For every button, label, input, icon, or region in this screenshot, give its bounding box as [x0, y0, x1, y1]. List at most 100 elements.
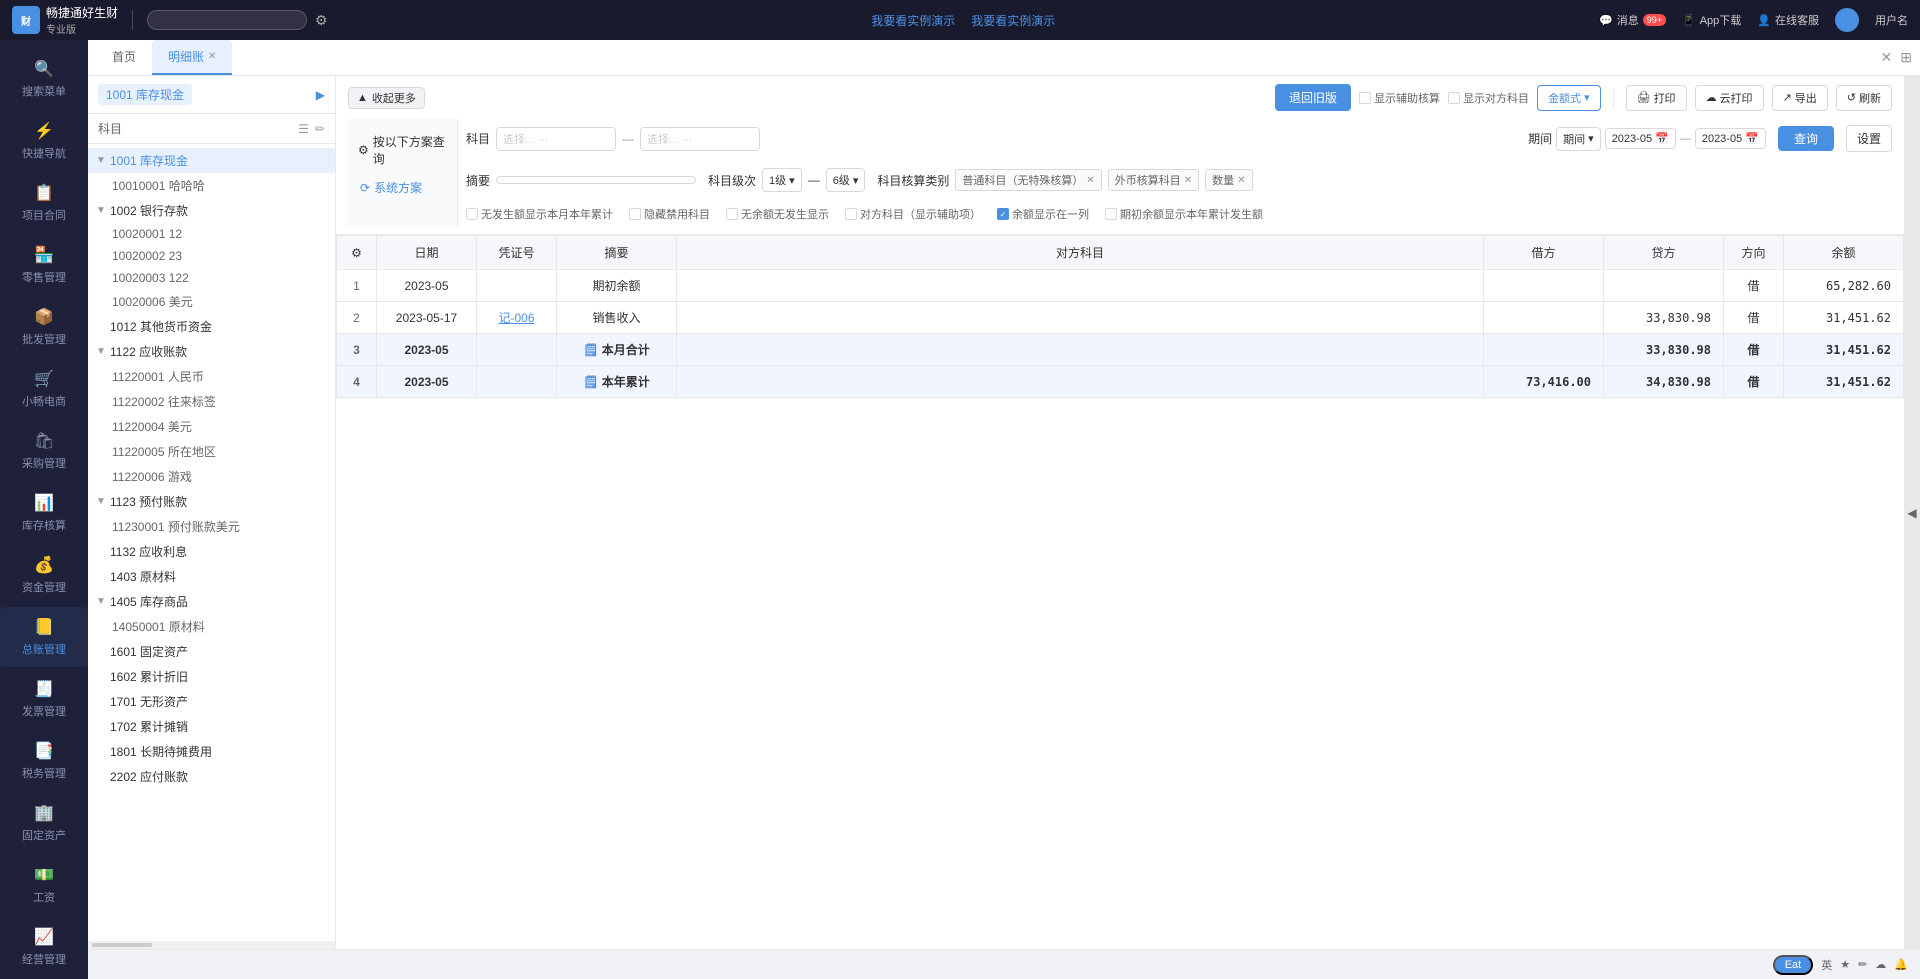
list-icon[interactable]: ☰: [298, 122, 309, 136]
col-date[interactable]: 日期: [377, 236, 477, 270]
tag-close-icon-2[interactable]: ✕: [1184, 175, 1192, 186]
tree-item-11220004[interactable]: 11220004 美元: [88, 414, 335, 439]
category-tag-3[interactable]: 数量 ✕: [1205, 169, 1252, 191]
more-filters-btn[interactable]: ▲ 收起更多: [348, 87, 425, 109]
edit-icon[interactable]: ✏: [315, 122, 325, 136]
option-opposite[interactable]: 对方科目（显示辅助项）: [845, 206, 981, 222]
tree-item-1001[interactable]: ▼ 1001 库存现金: [88, 148, 335, 173]
tree-item-10020001[interactable]: 10020001 12: [88, 223, 335, 245]
avatar[interactable]: [1835, 8, 1859, 32]
option-opening[interactable]: 期初余额显示本年累计发生额: [1105, 206, 1263, 222]
tag-close-icon-1[interactable]: ✕: [1086, 175, 1094, 186]
tree-item-1801[interactable]: 1801 长期待摊费用: [88, 739, 335, 764]
status-bell[interactable]: 🔔: [1894, 958, 1908, 971]
tab-action-expand[interactable]: ⊞: [1900, 49, 1912, 66]
cell-voucher-2[interactable]: 记-006: [477, 302, 557, 334]
category-tag-1[interactable]: 普通科目（无特殊核算） ✕: [955, 169, 1101, 191]
col-debit[interactable]: 借方: [1484, 236, 1604, 270]
return-old-btn[interactable]: 退回旧版: [1275, 84, 1351, 111]
cloud-print-btn[interactable]: ☁ 云打印: [1695, 85, 1764, 111]
sidebar-item-invoice[interactable]: 🧾 发票管理: [0, 669, 88, 729]
messages-btn[interactable]: 💬 消息 99+: [1599, 12, 1666, 28]
tree-item-1403[interactable]: 1403 原材料: [88, 564, 335, 589]
query-btn[interactable]: 查询: [1778, 126, 1834, 151]
tree-item-11220002[interactable]: 11220002 往来标签: [88, 389, 335, 414]
horizontal-scrollbar[interactable]: [88, 941, 335, 949]
tree-item-14050001[interactable]: 14050001 原材料: [88, 614, 335, 639]
scrollbar-thumb[interactable]: [92, 943, 152, 947]
sidebar-item-tax[interactable]: 📑 税务管理: [0, 731, 88, 791]
tree-item-1405[interactable]: ▼ 1405 库存商品: [88, 589, 335, 614]
online-service-btn[interactable]: 👤 在线客服: [1757, 12, 1819, 28]
status-lang[interactable]: 英: [1821, 957, 1832, 973]
subject-start-input[interactable]: 选择... ···: [496, 127, 616, 151]
demo-link[interactable]: 我要看实例演示: [871, 12, 955, 29]
sidebar-item-project[interactable]: 📋 项目合同: [0, 173, 88, 233]
period-end-date[interactable]: 2023-05 📅: [1695, 128, 1766, 149]
sidebar-item-finance[interactable]: 💰 资金管理: [0, 545, 88, 605]
summary-input[interactable]: [496, 176, 696, 184]
tree-item-1132[interactable]: 1132 应收利息: [88, 539, 335, 564]
refresh-btn[interactable]: ↺ 刷新: [1836, 85, 1892, 111]
tree-item-10020002[interactable]: 10020002 23: [88, 245, 335, 267]
col-voucher[interactable]: 凭证号: [477, 236, 557, 270]
tree-item-11220001[interactable]: 11220001 人民币: [88, 364, 335, 389]
search-input[interactable]: [147, 10, 307, 30]
tree-item-10020006[interactable]: 10020006 美元: [88, 289, 335, 314]
tree-item-1701[interactable]: 1701 无形资产: [88, 689, 335, 714]
category-tag-2[interactable]: 外币核算科目 ✕: [1108, 169, 1199, 191]
current-account-label[interactable]: 1001 库存现金: [98, 84, 192, 105]
sidebar-item-purchase[interactable]: 🛍 采购管理: [0, 421, 88, 481]
account-nav-icon[interactable]: ▶: [316, 88, 325, 102]
sidebar-item-inventory[interactable]: 📊 库存核算: [0, 483, 88, 543]
system-scheme-item[interactable]: ⟳ 系统方案: [348, 173, 457, 202]
tree-item-1601[interactable]: 1601 固定资产: [88, 639, 335, 664]
tree-item-1702[interactable]: 1702 累计摊销: [88, 714, 335, 739]
col-direction[interactable]: 方向: [1724, 236, 1784, 270]
export-btn[interactable]: ↗ 导出: [1772, 85, 1828, 111]
period-type-select[interactable]: 期间 ▾: [1556, 127, 1601, 151]
app-download-btn[interactable]: 📱 App下载: [1682, 12, 1741, 28]
status-star[interactable]: ★: [1840, 958, 1850, 971]
tag-close-icon-3[interactable]: ✕: [1237, 175, 1245, 186]
show-opposite-checkbox[interactable]: 显示对方科目: [1448, 90, 1529, 106]
sidebar-item-operations[interactable]: 📈 经营管理: [0, 917, 88, 977]
sidebar-item-wholesale[interactable]: 📦 批发管理: [0, 297, 88, 357]
sidebar-item-assets[interactable]: 🏢 固定资产: [0, 793, 88, 853]
status-eat-btn[interactable]: Eat: [1773, 955, 1814, 975]
col-credit[interactable]: 贷方: [1604, 236, 1724, 270]
settings-btn[interactable]: 设置: [1846, 125, 1892, 152]
sidebar-item-ledger[interactable]: 📒 总账管理: [0, 607, 88, 667]
status-edit[interactable]: ✏: [1858, 958, 1867, 971]
tree-item-10020003[interactable]: 10020003 122: [88, 267, 335, 289]
tab-home[interactable]: 首页: [96, 40, 152, 75]
tree-item-1602[interactable]: 1602 累计折旧: [88, 664, 335, 689]
tree-item-11230001[interactable]: 11230001 预付账款美元: [88, 514, 335, 539]
tree-item-1012[interactable]: 1012 其他货币资金: [88, 314, 335, 339]
settings-icon[interactable]: ⚙: [315, 12, 328, 29]
col-settings[interactable]: ⚙: [337, 236, 377, 270]
col-summary[interactable]: 摘要: [557, 236, 677, 270]
status-cloud[interactable]: ☁: [1875, 958, 1886, 971]
tree-item-1002[interactable]: ▼ 1002 银行存款: [88, 198, 335, 223]
format-btn[interactable]: 金额式 ▾: [1537, 85, 1601, 111]
tree-item-2202[interactable]: 2202 应付账款: [88, 764, 335, 789]
demo-link-text[interactable]: 我要看实例演示: [971, 12, 1055, 29]
right-collapse-btn[interactable]: ◀: [1904, 76, 1920, 949]
sidebar-item-ecommerce[interactable]: 🛒 小畅电商: [0, 359, 88, 419]
voucher-link-2[interactable]: 记-006: [498, 311, 534, 325]
sidebar-item-retail[interactable]: 🏪 零售管理: [0, 235, 88, 295]
sidebar-item-quick-nav[interactable]: ⚡ 快捷导航: [0, 111, 88, 171]
tab-detail[interactable]: 明细账 ✕: [152, 40, 232, 75]
option-hide-disabled[interactable]: 隐藏禁用科目: [629, 206, 710, 222]
option-balance-row[interactable]: ✓ 余额显示在一列: [997, 206, 1089, 222]
sidebar-item-payroll[interactable]: 💵 工资: [0, 855, 88, 915]
print-btn[interactable]: 🖨 打印: [1626, 85, 1687, 111]
subject-end-input[interactable]: 选择... ···: [640, 127, 760, 151]
show-aux-checkbox[interactable]: 显示辅助核算: [1359, 90, 1440, 106]
tree-item-1123[interactable]: ▼ 1123 预付账款: [88, 489, 335, 514]
level-end-select[interactable]: 6级 ▾: [826, 168, 866, 192]
sidebar-item-search[interactable]: 🔍 搜索菜单: [0, 49, 88, 109]
tree-item-10010001[interactable]: 10010001 哈哈哈: [88, 173, 335, 198]
tab-action-close[interactable]: ✕: [1881, 49, 1893, 66]
